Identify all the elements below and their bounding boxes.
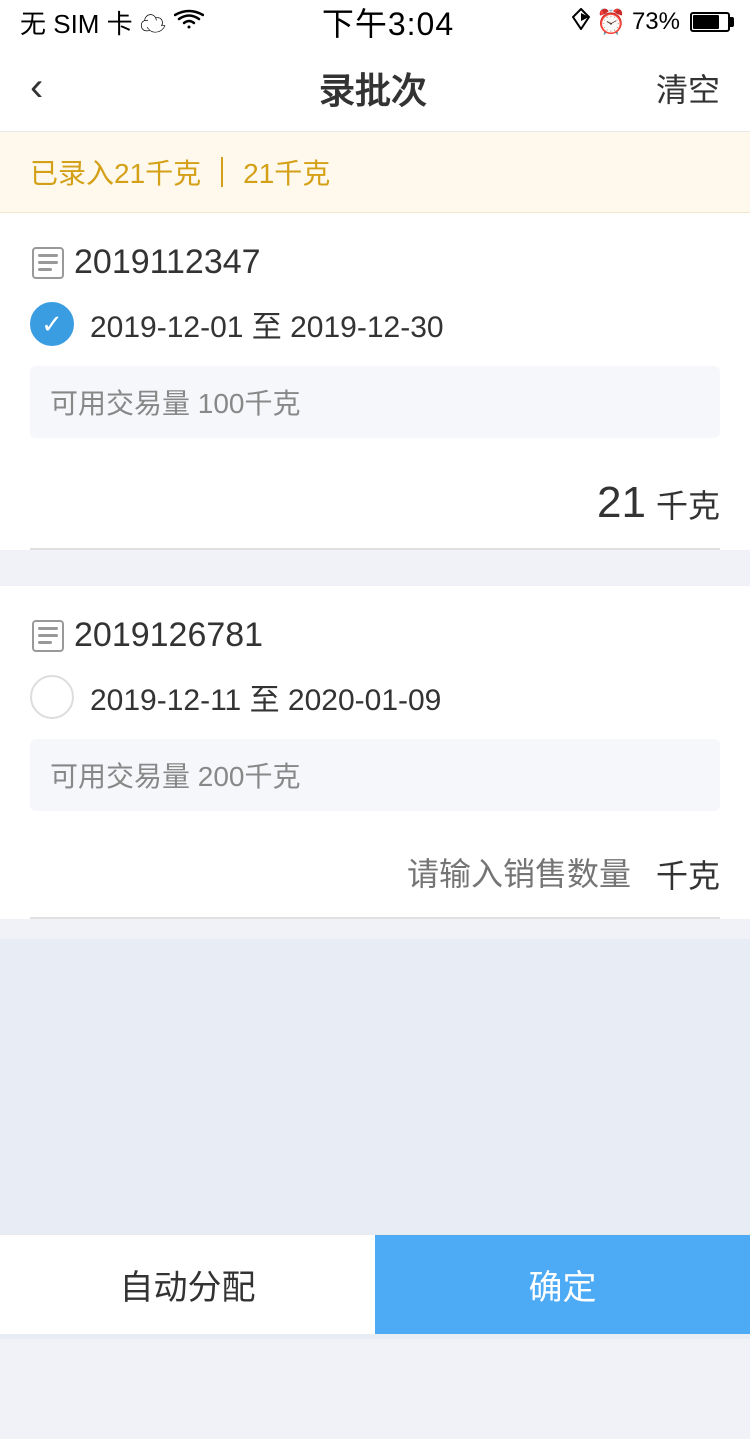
batch-1-amount-row: 21 千克: [0, 458, 750, 548]
clear-button[interactable]: 清空: [656, 65, 720, 111]
status-right: ⏰ 73%: [572, 8, 730, 37]
batch-2-header: 2019126781: [0, 586, 750, 665]
batch-1-avail-text: 可用交易量 100千克: [50, 388, 301, 419]
page-title: 录批次: [319, 62, 427, 114]
info-divider: [221, 157, 223, 187]
battery-icon: [690, 12, 730, 32]
batch-2-input-row[interactable]: 千克: [0, 831, 750, 917]
auto-distribute-label: 自动分配: [120, 1260, 256, 1309]
confirm-label: 确定: [529, 1260, 597, 1309]
alarm-icon: ⏰: [596, 8, 626, 37]
nav-bar: ‹ 录批次 清空: [0, 44, 750, 132]
recorded-value: 21千克: [243, 152, 330, 192]
sim-label: 无 SIM 卡 ☁: [20, 4, 166, 41]
auto-distribute-button[interactable]: 自动分配: [0, 1235, 375, 1334]
qty-input[interactable]: [30, 856, 646, 893]
batch-1-id: 2019112347: [74, 243, 261, 282]
batch-2-avail-text: 可用交易量 200千克: [50, 761, 301, 792]
batch-1-available: 可用交易量 100千克: [30, 366, 720, 438]
batch-1-divider: [30, 548, 720, 550]
batch-1-icon: [30, 247, 66, 279]
back-button[interactable]: ‹: [30, 65, 90, 110]
batch-1-row[interactable]: ✓ 2019-12-01 至 2019-12-30: [0, 292, 750, 356]
batch-2-row[interactable]: 2019-12-11 至 2020-01-09: [0, 665, 750, 729]
batch-1-date: 2019-12-01 至 2019-12-30: [90, 302, 444, 346]
status-time: 下午3:04: [322, 0, 454, 45]
batch-2-available: 可用交易量 200千克: [30, 739, 720, 811]
batch-2-id: 2019126781: [74, 616, 263, 655]
batch-1-radio[interactable]: ✓: [30, 302, 74, 346]
batch-1-amount: 21: [597, 478, 646, 528]
status-left: 无 SIM 卡 ☁: [20, 4, 204, 41]
batch-2-unit: 千克: [656, 851, 720, 897]
wifi-icon: [174, 7, 204, 38]
batch-2-date: 2019-12-11 至 2020-01-09: [90, 675, 441, 719]
batch-2-radio[interactable]: [30, 675, 74, 719]
confirm-button[interactable]: 确定: [375, 1235, 750, 1334]
batch-card-2: 2019126781 2019-12-11 至 2020-01-09 可用交易量…: [0, 586, 750, 919]
battery-percent: 73%: [632, 8, 680, 36]
bottom-bar: 自动分配 确定: [0, 1234, 750, 1334]
recorded-label: 已录入21千克: [30, 152, 201, 192]
info-banner: 已录入21千克 21千克: [0, 132, 750, 213]
batch-2-icon: [30, 620, 66, 652]
batch-2-divider: [30, 917, 720, 919]
location-icon: [572, 8, 590, 37]
card-separator: [0, 570, 750, 586]
batch-1-header: 2019112347: [0, 213, 750, 292]
check-icon: ✓: [41, 311, 63, 337]
status-bar: 无 SIM 卡 ☁ 下午3:04 ⏰ 73%: [0, 0, 750, 44]
batch-1-unit: 千克: [656, 481, 720, 527]
batch-card-1: 2019112347 ✓ 2019-12-01 至 2019-12-30 可用交…: [0, 213, 750, 550]
